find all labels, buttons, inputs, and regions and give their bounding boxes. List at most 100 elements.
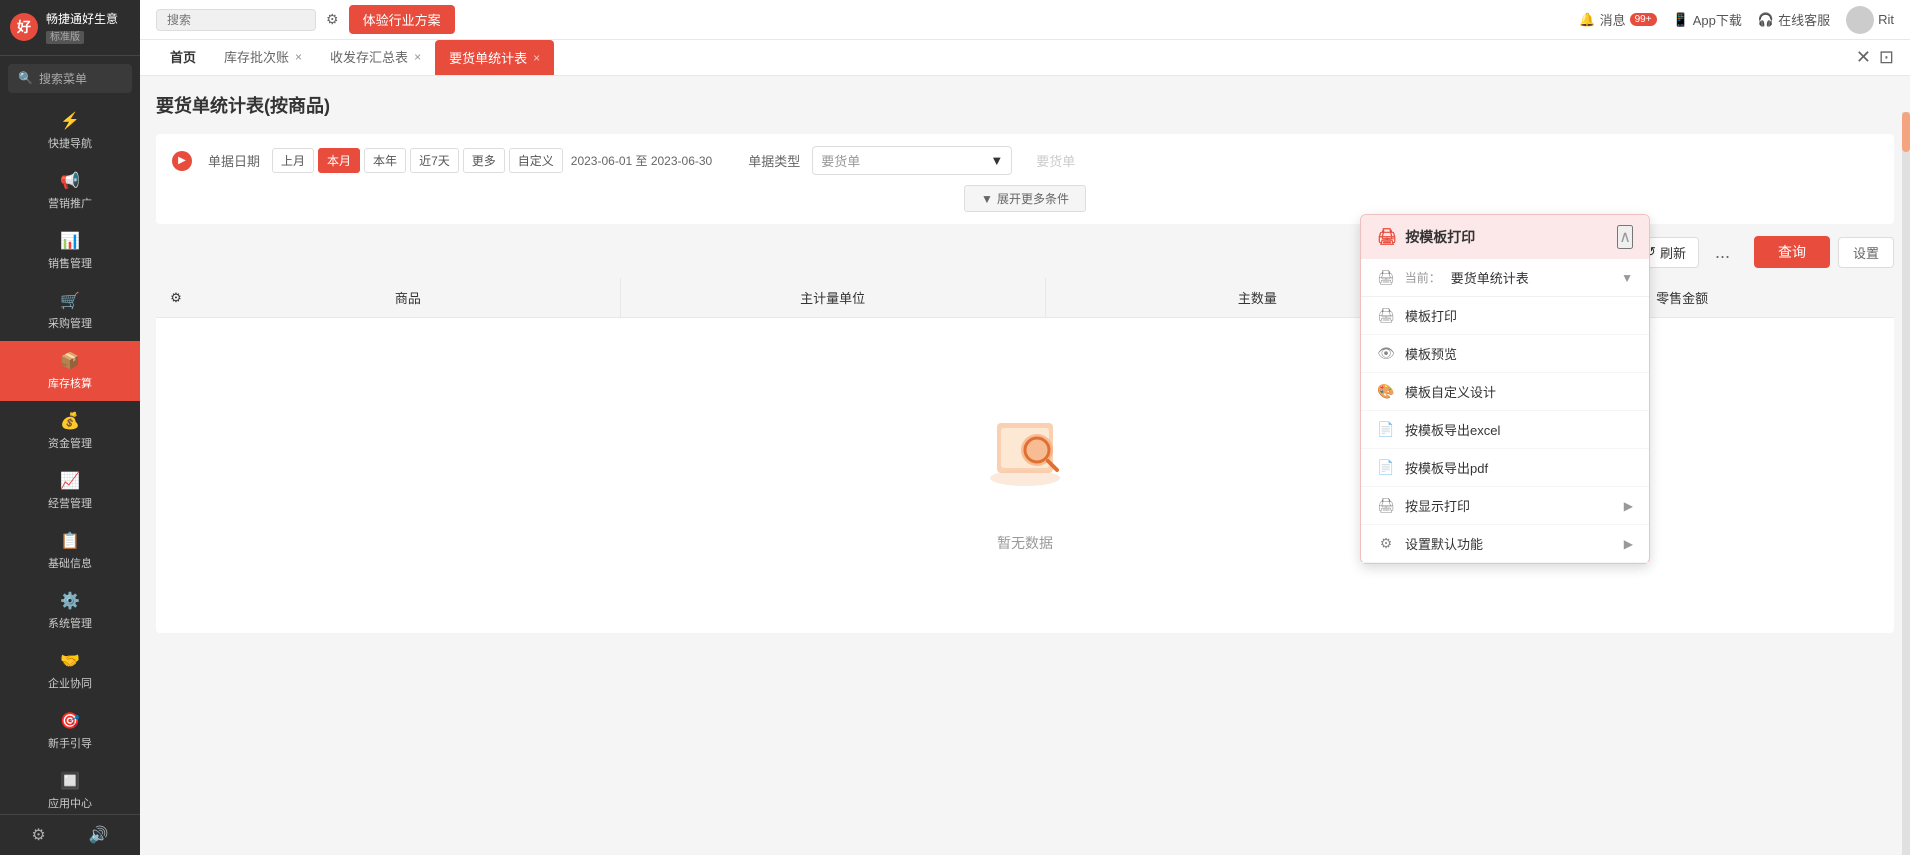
- tab-receipts-summary[interactable]: 收发存汇总表 ×: [316, 39, 435, 76]
- template-preview-label: 模板预览: [1405, 344, 1457, 363]
- tab-window-controls: ✕ ⊡: [1856, 47, 1894, 68]
- current-template-arrow: ▼: [1621, 271, 1633, 285]
- dropdown-item-template-custom[interactable]: 🎨 模板自定义设计: [1361, 373, 1649, 411]
- date-this-year[interactable]: 本年: [364, 148, 406, 173]
- query-button[interactable]: 查询: [1754, 236, 1830, 268]
- dropdown-item-template-preview[interactable]: 👁 模板预览: [1361, 335, 1649, 373]
- chevron-down-icon: ▼: [990, 153, 1003, 168]
- filter-expand-toggle[interactable]: ▶: [172, 151, 196, 171]
- sidebar-item-marketing[interactable]: 📢 营销推广: [0, 161, 140, 221]
- search-menu-label: 搜索菜单: [39, 70, 87, 87]
- filter-row-date: ▶ 单据日期 上月 本月 本年 近7天 更多 自定义 2023-06-01 至 …: [172, 146, 1878, 175]
- print-dropdown-close-button[interactable]: ∧: [1617, 225, 1633, 249]
- user-avatar: [1846, 6, 1874, 34]
- sidebar-item-inventory[interactable]: 📦 库存核算: [0, 341, 140, 401]
- marketing-label: 营销推广: [48, 195, 92, 211]
- topbar-search-input[interactable]: [156, 9, 316, 31]
- sidebar-item-purchase[interactable]: 🛒 采购管理: [0, 281, 140, 341]
- right-scrollbar[interactable]: [1902, 112, 1910, 855]
- tab-requisition-label: 要货单统计表: [449, 48, 527, 67]
- app-download-label: App下载: [1693, 10, 1742, 29]
- more-actions-button[interactable]: ...: [1707, 240, 1738, 265]
- app-download-button[interactable]: 📱 App下载: [1673, 10, 1742, 29]
- finance-label: 资金管理: [48, 435, 92, 451]
- empty-state-icon: [975, 398, 1075, 517]
- sidebar-item-sales[interactable]: 📊 销售管理: [0, 221, 140, 281]
- display-print-label: 按显示打印: [1405, 496, 1470, 515]
- set-default-label: 设置默认功能: [1405, 534, 1483, 553]
- guide-icon: 🎯: [60, 711, 80, 731]
- sidebar-item-basic[interactable]: 📋 基础信息: [0, 521, 140, 581]
- inventory-label: 库存核算: [48, 375, 92, 391]
- sidebar-item-operation[interactable]: 📈 经营管理: [0, 461, 140, 521]
- guide-label: 新手引导: [48, 735, 92, 751]
- tab-batch-account-label: 库存批次账: [224, 47, 289, 66]
- date-buttons: 上月 本月 本年 近7天 更多 自定义 2023-06-01 至 2023-06…: [272, 148, 712, 173]
- tab-batch-account-close[interactable]: ×: [295, 50, 302, 64]
- expand-more-button[interactable]: ▼ 展开更多条件: [964, 185, 1086, 212]
- date-last-month[interactable]: 上月: [272, 148, 314, 173]
- template-print-icon: 🖨: [1377, 307, 1395, 324]
- column-settings-icon[interactable]: ⚙: [156, 282, 196, 314]
- export-pdf-label: 按模板导出pdf: [1405, 458, 1488, 477]
- print-dropdown-panel: 🖨 按模板打印 ∧ 🖨 当前： 要货单统计表 ▼ 🖨 模板打印 👁 模板预览 🎨: [1360, 214, 1650, 564]
- search-icon: 🔍: [18, 71, 33, 85]
- dropdown-item-template-print[interactable]: 🖨 模板打印: [1361, 297, 1649, 335]
- date-last-7-days[interactable]: 近7天: [410, 148, 459, 173]
- tab-batch-account[interactable]: 库存批次账 ×: [210, 39, 316, 76]
- notification-button[interactable]: 🔔 消息 99+: [1579, 10, 1656, 29]
- tab-receipts-close[interactable]: ×: [414, 50, 421, 64]
- template-preview-icon: 👁: [1377, 345, 1395, 362]
- sidebar-speaker-button[interactable]: 🔊: [89, 825, 109, 845]
- sidebar-item-guide[interactable]: 🎯 新手引导: [0, 701, 140, 761]
- sidebar-item-shortcuts[interactable]: ⚡ 快捷导航: [0, 101, 140, 161]
- sidebar: 好 畅捷通好生意 标准版 🔍 搜索菜单 ⚡ 快捷导航 📢 营销推广 📊 销售管理…: [0, 0, 140, 855]
- expand-arrow-button[interactable]: ▶: [172, 151, 192, 171]
- date-more[interactable]: 更多: [463, 148, 505, 173]
- sidebar-item-appstore[interactable]: 🔲 应用中心: [0, 761, 140, 814]
- dropdown-item-set-default[interactable]: ⚙ 设置默认功能 ▶: [1361, 525, 1649, 563]
- maximize-window-button[interactable]: ⊡: [1879, 47, 1894, 68]
- tab-requisition-stats[interactable]: 要货单统计表 ×: [435, 40, 554, 75]
- dropdown-item-export-pdf[interactable]: 📄 按模板导出pdf: [1361, 449, 1649, 487]
- purchase-label: 采购管理: [48, 315, 92, 331]
- app-logo-icon: 好: [10, 13, 38, 41]
- type-select-dropdown[interactable]: 要货单 ▼: [812, 146, 1012, 175]
- finance-icon: 💰: [60, 411, 80, 431]
- date-label: 单据日期: [208, 151, 260, 170]
- app-name: 畅捷通好生意: [46, 12, 118, 28]
- tab-receipts-label: 收发存汇总表: [330, 47, 408, 66]
- column-settings-button[interactable]: 设置: [1838, 237, 1894, 268]
- scrollbar-thumb[interactable]: [1902, 112, 1910, 152]
- export-excel-icon: 📄: [1377, 421, 1395, 438]
- export-excel-label: 按模板导出excel: [1405, 420, 1500, 439]
- current-template-value: 要货单统计表: [1451, 268, 1529, 287]
- sales-icon: 📊: [60, 231, 80, 251]
- notification-label: 消息: [1600, 10, 1626, 29]
- industry-solution-button[interactable]: 体验行业方案: [349, 5, 455, 34]
- type-label: 单据类型: [748, 151, 800, 170]
- topbar-right: 🔔 消息 99+ 📱 App下载 🎧 在线客服 Rit: [1579, 6, 1894, 34]
- shortcuts-label: 快捷导航: [48, 135, 92, 151]
- sidebar-item-system[interactable]: ⚙️ 系统管理: [0, 581, 140, 641]
- dropdown-item-export-excel[interactable]: 📄 按模板导出excel: [1361, 411, 1649, 449]
- close-window-button[interactable]: ✕: [1856, 47, 1871, 68]
- date-this-month[interactable]: 本月: [318, 148, 360, 173]
- set-default-icon: ⚙: [1377, 535, 1395, 552]
- tab-requisition-close[interactable]: ×: [533, 51, 540, 65]
- sidebar-settings-button[interactable]: ⚙: [31, 825, 45, 845]
- online-service-button[interactable]: 🎧 在线客服: [1758, 10, 1830, 29]
- display-print-arrow: ▶: [1624, 499, 1633, 513]
- search-menu-button[interactable]: 🔍 搜索菜单: [8, 64, 132, 93]
- date-custom[interactable]: 自定义: [509, 148, 563, 173]
- phone-icon: 📱: [1673, 12, 1689, 28]
- sidebar-item-collab[interactable]: 🤝 企业协同: [0, 641, 140, 701]
- topbar-settings-button[interactable]: ⚙: [326, 11, 339, 28]
- system-icon: ⚙️: [60, 591, 80, 611]
- tab-home[interactable]: 首页: [156, 39, 210, 76]
- dropdown-item-display-print[interactable]: 🖨 按显示打印 ▶: [1361, 487, 1649, 525]
- print-current-template[interactable]: 🖨 当前： 要货单统计表 ▼: [1361, 259, 1649, 297]
- sidebar-item-finance[interactable]: 💰 资金管理: [0, 401, 140, 461]
- app-name-block: 畅捷通好生意 标准版: [46, 12, 118, 43]
- user-profile-button[interactable]: Rit: [1846, 6, 1894, 34]
